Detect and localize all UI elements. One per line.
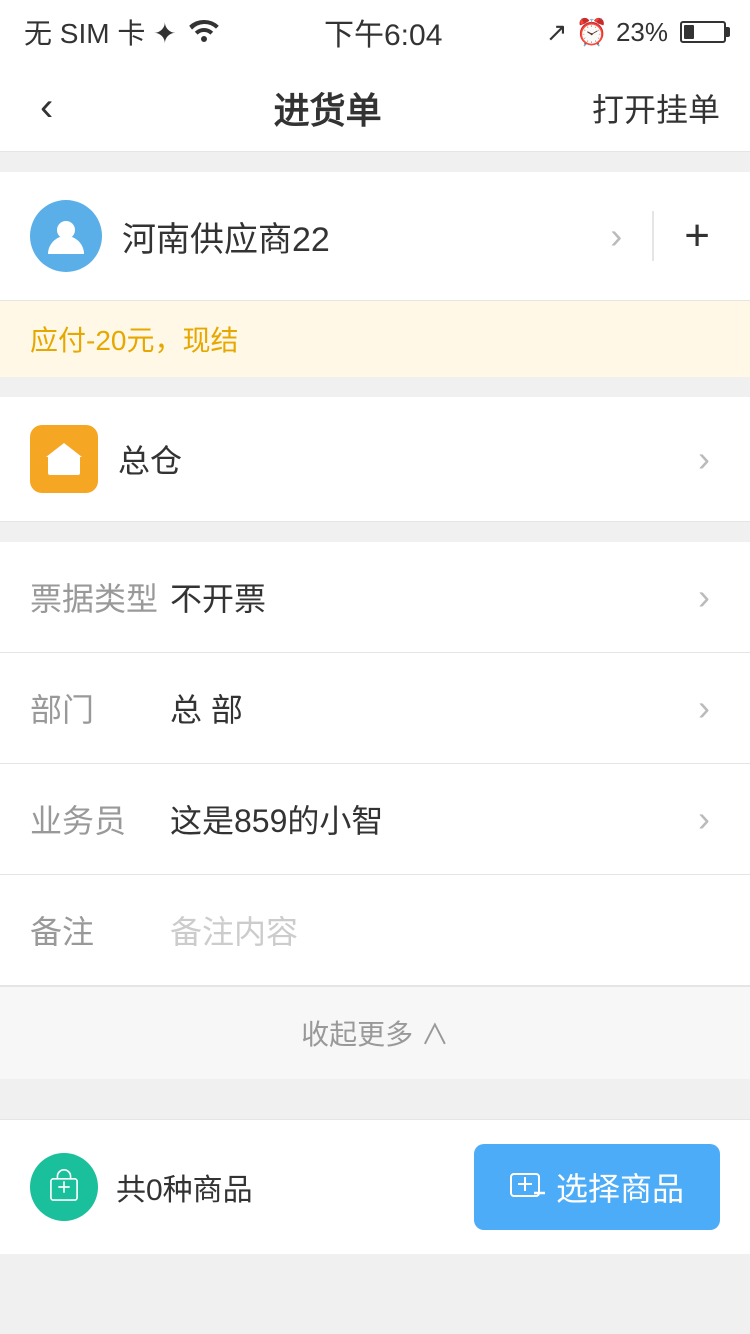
add-supplier-button[interactable]: + xyxy=(674,211,720,261)
invoice-type-row[interactable]: 票据类型 不开票 › xyxy=(0,542,750,653)
open-pending-button[interactable]: 打开挂单 xyxy=(592,85,720,131)
department-value: 总 部 xyxy=(170,685,698,731)
battery-icon xyxy=(680,21,726,43)
supplier-chevron-icon: › xyxy=(610,215,622,257)
warehouse-icon xyxy=(30,425,98,493)
alarm-icon: ⏰ xyxy=(576,17,608,48)
nav-bar: ‹ 进货单 打开挂单 xyxy=(0,64,750,152)
supplier-avatar xyxy=(30,200,102,272)
warehouse-name: 总仓 xyxy=(118,436,698,482)
page-title: 进货单 xyxy=(274,82,382,134)
product-count: 共0种商品 xyxy=(116,1165,474,1209)
gap-2 xyxy=(0,377,750,397)
salesperson-value: 这是859的小智 xyxy=(170,796,698,842)
product-icon xyxy=(30,1153,98,1221)
supplier-section: 河南供应商22 › + 应付-20元，现结 xyxy=(0,172,750,377)
invoice-type-value: 不开票 xyxy=(170,574,698,620)
wifi-icon xyxy=(187,16,221,49)
salesperson-row[interactable]: 业务员 这是859的小智 › xyxy=(0,764,750,875)
divider xyxy=(652,211,654,261)
department-chevron-icon: › xyxy=(698,687,710,729)
salesperson-label: 业务员 xyxy=(30,796,170,842)
department-label: 部门 xyxy=(30,685,170,731)
supplier-row[interactable]: 河南供应商22 › + xyxy=(0,172,750,301)
location-icon: ↗ xyxy=(546,17,568,48)
salesperson-chevron-icon: › xyxy=(698,798,710,840)
department-row[interactable]: 部门 总 部 › xyxy=(0,653,750,764)
warehouse-row[interactable]: 总仓 › xyxy=(0,397,750,522)
select-product-button[interactable]: 选择商品 xyxy=(474,1144,720,1230)
remark-row[interactable]: 备注 备注内容 xyxy=(0,875,750,986)
invoice-type-chevron-icon: › xyxy=(698,576,710,618)
warehouse-chevron-icon: › xyxy=(698,438,710,480)
gap-1 xyxy=(0,152,750,172)
invoice-type-label: 票据类型 xyxy=(30,574,170,620)
collapse-button[interactable]: 收起更多 ∧ xyxy=(0,986,750,1079)
status-right: ↗ ⏰ 23% xyxy=(546,17,726,48)
back-button[interactable]: ‹ xyxy=(30,75,63,140)
status-time: 下午6:04 xyxy=(324,10,442,54)
warehouse-section: 总仓 › xyxy=(0,397,750,522)
notice-bar: 应付-20元，现结 xyxy=(0,301,750,377)
status-left: 无 SIM 卡 ✦ xyxy=(24,12,221,52)
select-btn-label: 选择商品 xyxy=(556,1164,684,1210)
no-sim-label: 无 SIM 卡 ✦ xyxy=(24,12,177,52)
remark-label: 备注 xyxy=(30,907,170,953)
battery-percentage: 23% xyxy=(616,17,668,48)
gap-4 xyxy=(0,1079,750,1099)
supplier-name: 河南供应商22 xyxy=(122,212,610,261)
status-bar: 无 SIM 卡 ✦ 下午6:04 ↗ ⏰ 23% xyxy=(0,0,750,64)
form-section: 票据类型 不开票 › 部门 总 部 › 业务员 这是859的小智 › 备注 备注… xyxy=(0,542,750,1079)
bottom-bar: 共0种商品 选择商品 xyxy=(0,1119,750,1254)
gap-3 xyxy=(0,522,750,542)
remark-placeholder: 备注内容 xyxy=(170,907,720,953)
